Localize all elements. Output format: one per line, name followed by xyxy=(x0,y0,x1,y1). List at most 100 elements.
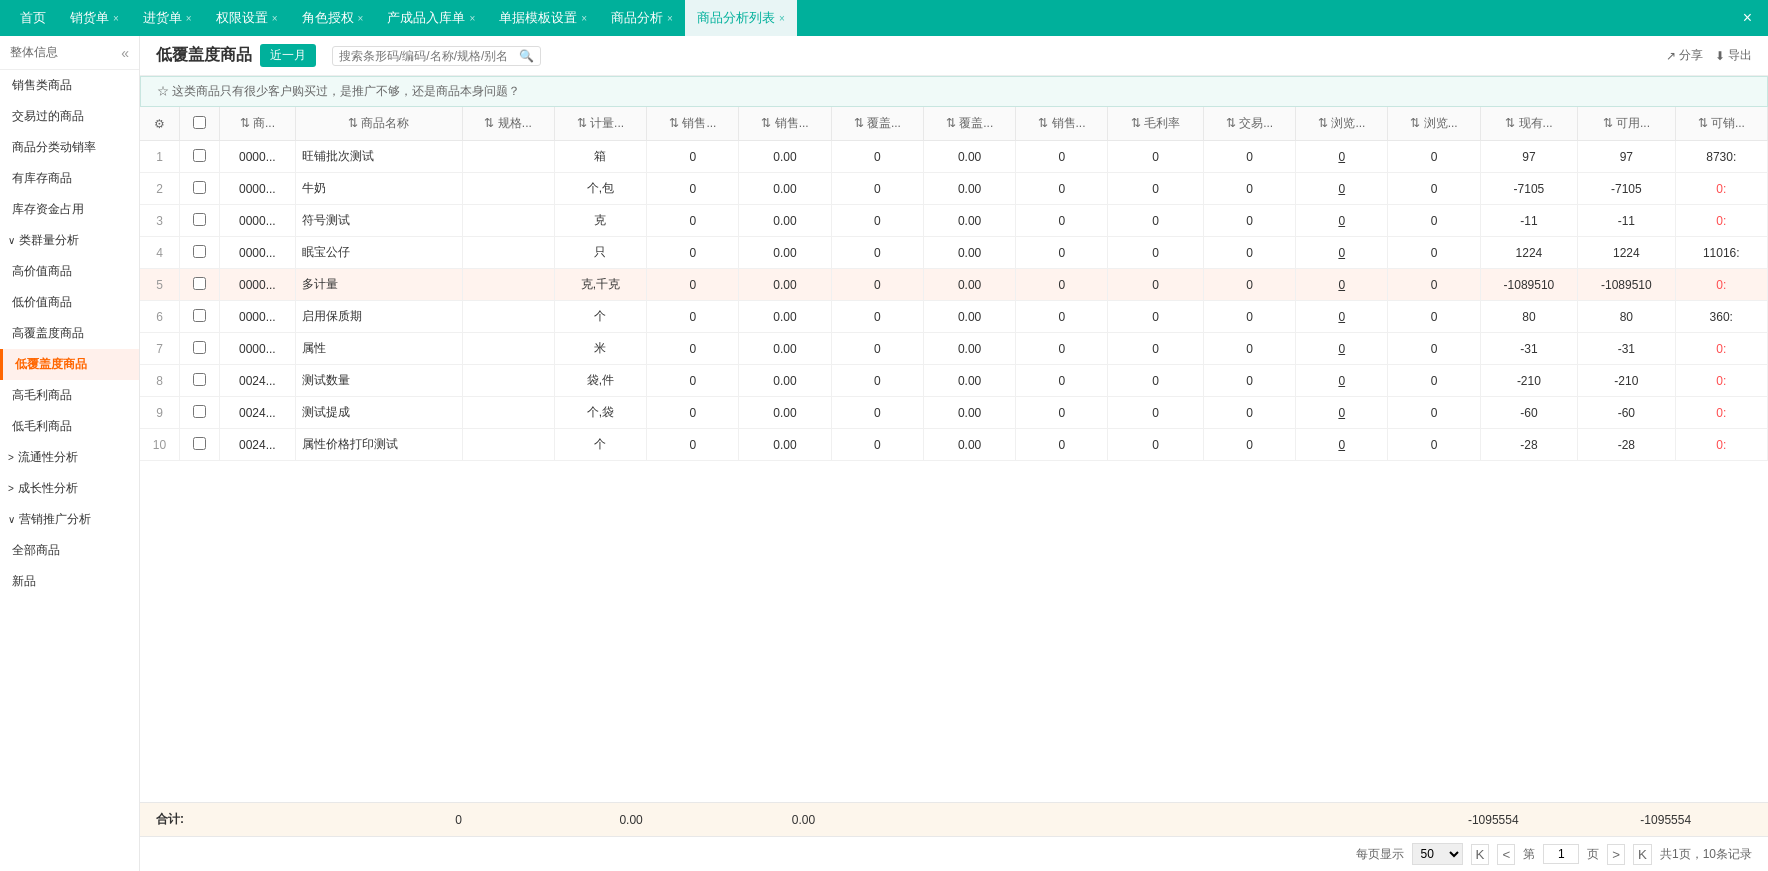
close-icon[interactable]: × xyxy=(667,13,673,24)
row-checkbox[interactable] xyxy=(180,397,220,429)
browse-link[interactable]: 0 xyxy=(1338,342,1345,356)
col-settings[interactable]: ⚙ xyxy=(140,107,180,141)
browse-link[interactable]: 0 xyxy=(1338,278,1345,292)
row-checkbox[interactable] xyxy=(180,333,220,365)
browse-link[interactable]: 0 xyxy=(1338,406,1345,420)
row-spec xyxy=(462,365,554,397)
sidebar-section-cluster-analysis[interactable]: ∨ 类群量分析 xyxy=(0,225,139,256)
row-checkbox[interactable] xyxy=(180,237,220,269)
export-button[interactable]: ⬇ 导出 xyxy=(1715,47,1752,64)
sidebar-item-category-sales-rate[interactable]: 商品分类动销率 xyxy=(0,132,139,163)
sidebar-item-traded-goods[interactable]: 交易过的商品 xyxy=(0,101,139,132)
nav-item-purchase[interactable]: 进货单 × xyxy=(131,0,204,36)
row-sales-rate: 0 xyxy=(1016,301,1108,333)
page-number-input[interactable] xyxy=(1543,844,1579,864)
sidebar-item-high-margin[interactable]: 高毛利商品 xyxy=(0,380,139,411)
sidebar-item-stock-capital[interactable]: 库存资金占用 xyxy=(0,194,139,225)
sidebar-item-high-coverage[interactable]: 高覆盖度商品 xyxy=(0,318,139,349)
row-sellable: 0: xyxy=(1675,397,1767,429)
close-icon[interactable]: × xyxy=(469,13,475,24)
row-spec xyxy=(462,141,554,173)
nav-item-product-inbound[interactable]: 产成品入库单 × xyxy=(375,0,487,36)
period-button[interactable]: 近一月 xyxy=(260,44,316,67)
row-current-stock: -28 xyxy=(1480,429,1577,461)
browse-link[interactable]: 0 xyxy=(1338,246,1345,260)
browse-link[interactable]: 0 xyxy=(1338,214,1345,228)
nav-item-home[interactable]: 首页 xyxy=(8,0,58,36)
row-checkbox[interactable] xyxy=(180,141,220,173)
row-checkbox[interactable] xyxy=(180,429,220,461)
row-browse2: 0 xyxy=(1388,205,1480,237)
browse-link[interactable]: 0 xyxy=(1338,374,1345,388)
browse-link[interactable]: 0 xyxy=(1338,150,1345,164)
row-select-checkbox[interactable] xyxy=(193,437,206,450)
sidebar-item-low-value[interactable]: 低价值商品 xyxy=(0,287,139,318)
sidebar-section-marketing[interactable]: ∨ 营销推广分析 xyxy=(0,504,139,535)
row-select-checkbox[interactable] xyxy=(193,181,206,194)
row-checkbox[interactable] xyxy=(180,269,220,301)
row-unit: 克,千克 xyxy=(554,269,646,301)
close-icon[interactable]: × xyxy=(272,13,278,24)
last-page-button[interactable]: K xyxy=(1633,844,1652,865)
window-close-button[interactable]: × xyxy=(1735,9,1760,27)
table-row: 9 0024... 测试提成 个,袋 0 0.00 0 0.00 0 0 0 0… xyxy=(140,397,1768,429)
prev-page-button[interactable]: < xyxy=(1497,844,1515,865)
close-icon[interactable]: × xyxy=(779,13,785,24)
row-sellable: 0: xyxy=(1675,269,1767,301)
first-page-button[interactable]: K xyxy=(1471,844,1490,865)
row-checkbox[interactable] xyxy=(180,205,220,237)
close-icon[interactable]: × xyxy=(358,13,364,24)
row-trade: 0 xyxy=(1203,397,1295,429)
nav-item-sales[interactable]: 销货单 × xyxy=(58,0,131,36)
sidebar-item-low-margin[interactable]: 低毛利商品 xyxy=(0,411,139,442)
sidebar-section-growth[interactable]: > 成长性分析 xyxy=(0,473,139,504)
sidebar-section-liquidity[interactable]: > 流通性分析 xyxy=(0,442,139,473)
nav-item-roles[interactable]: 角色授权 × xyxy=(290,0,376,36)
row-spec xyxy=(462,205,554,237)
row-select-checkbox[interactable] xyxy=(193,277,206,290)
browse-link[interactable]: 0 xyxy=(1338,182,1345,196)
export-icon: ⬇ xyxy=(1715,49,1725,63)
row-select-checkbox[interactable] xyxy=(193,309,206,322)
row-select-checkbox[interactable] xyxy=(193,213,206,226)
sidebar-item-high-value[interactable]: 高价值商品 xyxy=(0,256,139,287)
row-checkbox[interactable] xyxy=(180,173,220,205)
top-navigation: 首页 销货单 × 进货单 × 权限设置 × 角色授权 × 产成品入库单 × 单据… xyxy=(0,0,1768,36)
row-checkbox[interactable] xyxy=(180,301,220,333)
nav-item-permissions[interactable]: 权限设置 × xyxy=(204,0,290,36)
sidebar-item-low-coverage[interactable]: 低覆盖度商品 xyxy=(0,349,139,380)
sidebar-header-label: 整体信息 xyxy=(10,44,58,61)
share-button[interactable]: ↗ 分享 xyxy=(1666,47,1703,64)
col-checkbox[interactable] xyxy=(180,107,220,141)
close-icon[interactable]: × xyxy=(581,13,587,24)
row-select-checkbox[interactable] xyxy=(193,341,206,354)
row-select-checkbox[interactable] xyxy=(193,373,206,386)
row-checkbox[interactable] xyxy=(180,365,220,397)
sidebar-item-in-stock-goods[interactable]: 有库存商品 xyxy=(0,163,139,194)
row-sales-amt: 0.00 xyxy=(739,365,831,397)
browse-link[interactable]: 0 xyxy=(1338,438,1345,452)
row-select-checkbox[interactable] xyxy=(193,405,206,418)
browse-link[interactable]: 0 xyxy=(1338,310,1345,324)
nav-item-product-analysis-list[interactable]: 商品分析列表 × xyxy=(685,0,797,36)
row-select-checkbox[interactable] xyxy=(193,149,206,162)
close-icon[interactable]: × xyxy=(113,13,119,24)
search-icon[interactable]: 🔍 xyxy=(519,49,534,63)
sidebar-item-all-goods[interactable]: 全部商品 xyxy=(0,535,139,566)
row-sellable: 11016: xyxy=(1675,237,1767,269)
nav-item-product-analysis[interactable]: 商品分析 × xyxy=(599,0,685,36)
sidebar-item-sales-goods[interactable]: 销售类商品 xyxy=(0,70,139,101)
nav-item-template-settings[interactable]: 单据模板设置 × xyxy=(487,0,599,36)
row-select-checkbox[interactable] xyxy=(193,245,206,258)
sidebar-collapse-button[interactable]: « xyxy=(121,45,129,61)
next-page-button[interactable]: > xyxy=(1607,844,1625,865)
row-sellable: 0: xyxy=(1675,205,1767,237)
per-page-select[interactable]: 50 100 200 xyxy=(1412,843,1463,865)
sidebar-item-new-goods[interactable]: 新品 xyxy=(0,566,139,597)
row-gross-margin: 0 xyxy=(1108,173,1203,205)
row-sales-rate: 0 xyxy=(1016,141,1108,173)
close-icon[interactable]: × xyxy=(186,13,192,24)
select-all-checkbox[interactable] xyxy=(193,116,206,129)
info-banner: ☆ 这类商品只有很少客户购买过，是推广不够，还是商品本身问题？ xyxy=(140,76,1768,107)
search-input[interactable] xyxy=(339,49,519,63)
